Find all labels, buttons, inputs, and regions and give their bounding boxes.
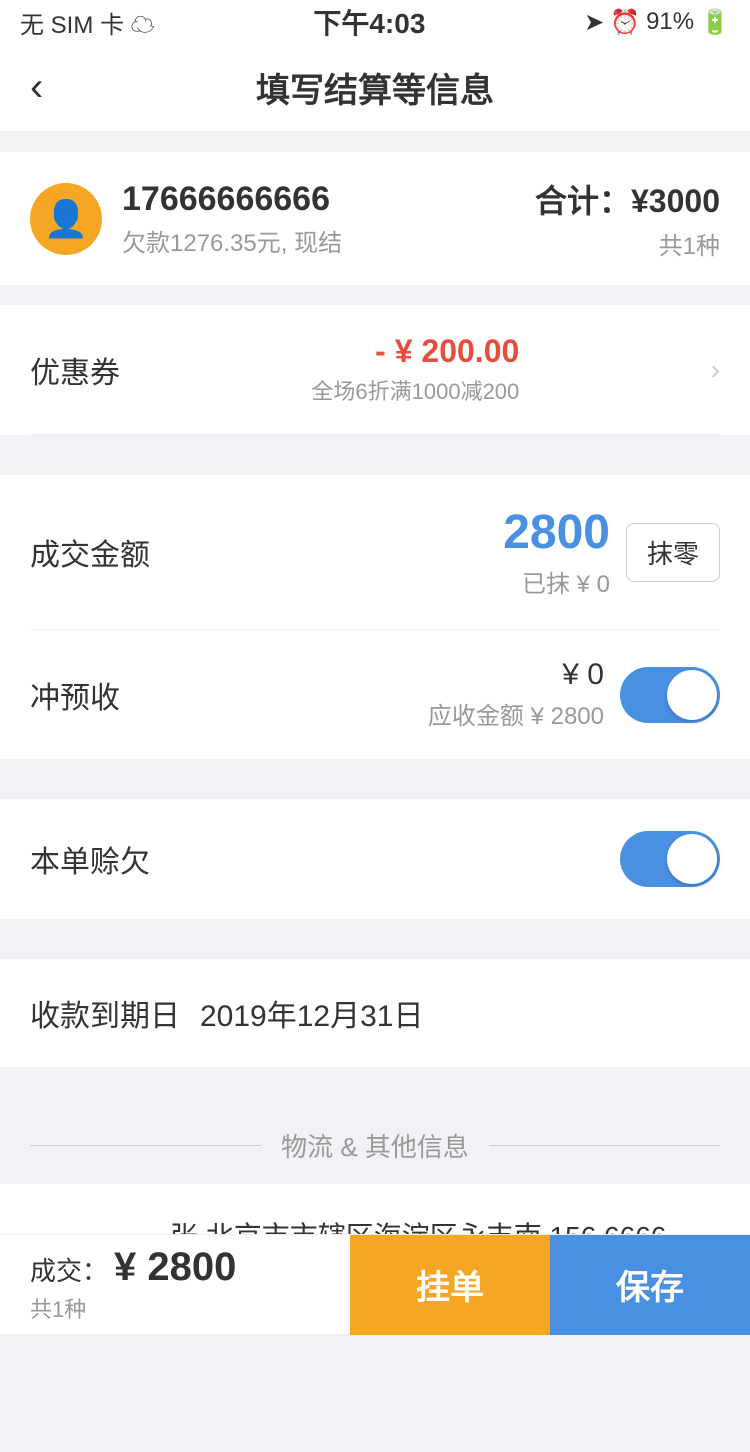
status-right: ➤ ⏰ 91% 🔋 bbox=[584, 8, 730, 37]
deal-amount-right: 2800 已抹 ¥ 0 抹零 bbox=[503, 505, 720, 599]
deal-amount-value-group: 2800 已抹 ¥ 0 bbox=[503, 505, 610, 599]
coupon-chevron-icon: › bbox=[711, 354, 720, 386]
round-button[interactable]: 抹零 bbox=[626, 523, 720, 582]
user-info-left: 👤 17666666666 欠款1276.35元, 现结 bbox=[30, 180, 342, 258]
credit-toggle-knob bbox=[667, 834, 717, 884]
due-label: 收款到期日 bbox=[30, 991, 180, 1035]
alarm-icon: ⏰ bbox=[610, 8, 640, 37]
total-count: 共1种 bbox=[535, 226, 720, 261]
user-sub-text: 欠款1276.35元, 现结 bbox=[122, 223, 342, 258]
amount-section: 成交金额 2800 已抹 ¥ 0 抹零 冲预收 ¥ 0 应收金额 ¥ 2800 bbox=[0, 475, 750, 759]
prepay-value-group: ¥ 0 应收金额 ¥ 2800 bbox=[428, 658, 604, 731]
divider-2 bbox=[0, 435, 750, 455]
prepay-sub: 应收金额 ¥ 2800 bbox=[428, 696, 604, 731]
page-header: ‹ 填写结算等信息 bbox=[0, 44, 750, 132]
logistics-label: 物流 & 其他信息 bbox=[281, 1127, 469, 1164]
save-button[interactable]: 保存 bbox=[550, 1235, 750, 1335]
divider-4 bbox=[0, 919, 750, 939]
coupon-label: 优惠券 bbox=[30, 348, 120, 392]
status-bar: 无 SIM 卡 ☁ 下午4:03 ➤ ⏰ 91% 🔋 bbox=[0, 0, 750, 44]
credit-row: 本单赊欠 bbox=[30, 799, 720, 919]
credit-section: 本单赊欠 bbox=[0, 799, 750, 919]
divider-3 bbox=[0, 759, 750, 779]
sim-status: 无 SIM 卡 ☁ bbox=[20, 5, 155, 40]
location-icon: ➤ bbox=[584, 8, 604, 37]
coupon-section: 优惠券 - ¥ 200.00 全场6折满1000减200 › bbox=[0, 305, 750, 435]
status-left: 无 SIM 卡 ☁ bbox=[20, 5, 155, 40]
deal-amount-value: 2800 bbox=[503, 505, 610, 560]
prepay-toggle[interactable] bbox=[620, 667, 720, 723]
page-title: 填写结算等信息 bbox=[256, 63, 494, 112]
battery-icon: 🔋 bbox=[700, 8, 730, 37]
user-phone: 17666666666 bbox=[122, 180, 342, 219]
divider-1 bbox=[0, 285, 750, 305]
deal-amount-row: 成交金额 2800 已抹 ¥ 0 抹零 bbox=[30, 475, 720, 630]
prepay-row: 冲预收 ¥ 0 应收金额 ¥ 2800 bbox=[30, 630, 720, 759]
coupon-row[interactable]: 优惠券 - ¥ 200.00 全场6折满1000减200 › bbox=[30, 305, 720, 435]
battery-level: 91% bbox=[646, 8, 694, 36]
deal-amount-label: 成交金额 bbox=[30, 530, 150, 574]
bottom-count: 共1种 bbox=[30, 1292, 320, 1324]
due-date-row: 收款到期日 2019年12月31日 bbox=[30, 959, 720, 1067]
status-time: 下午4:03 bbox=[313, 2, 425, 42]
coupon-value: - ¥ 200.00 bbox=[311, 333, 519, 370]
logistics-line-left bbox=[30, 1145, 261, 1146]
credit-label: 本单赊欠 bbox=[30, 837, 150, 881]
prepay-right: ¥ 0 应收金额 ¥ 2800 bbox=[428, 658, 720, 731]
user-card: 👤 17666666666 欠款1276.35元, 现结 合计：¥3000 共1… bbox=[0, 152, 750, 285]
avatar: 👤 bbox=[30, 183, 102, 255]
avatar-icon: 👤 bbox=[44, 198, 89, 240]
user-details: 17666666666 欠款1276.35元, 现结 bbox=[122, 180, 342, 258]
bottom-deal-amount: ¥ 2800 bbox=[114, 1245, 236, 1290]
bottom-deal-label: 成交： bbox=[30, 1251, 108, 1288]
coupon-right: - ¥ 200.00 全场6折满1000减200 bbox=[311, 333, 519, 406]
total-amount: 合计：¥3000 bbox=[535, 176, 720, 222]
hold-button[interactable]: 挂单 bbox=[350, 1235, 550, 1335]
bottom-bar: 成交： ¥ 2800 共1种 挂单 保存 bbox=[0, 1234, 750, 1334]
prepay-amount: ¥ 0 bbox=[428, 658, 604, 692]
credit-toggle[interactable] bbox=[620, 831, 720, 887]
back-button[interactable]: ‹ bbox=[30, 65, 43, 110]
logistics-header: 物流 & 其他信息 bbox=[0, 1107, 750, 1184]
user-total: 合计：¥3000 共1种 bbox=[535, 176, 720, 261]
logistics-line-right bbox=[489, 1145, 720, 1146]
prepay-label: 冲预收 bbox=[30, 673, 120, 717]
prepay-toggle-knob bbox=[667, 670, 717, 720]
due-section: 收款到期日 2019年12月31日 bbox=[0, 959, 750, 1067]
bottom-deal-row: 成交： ¥ 2800 bbox=[30, 1245, 320, 1290]
divider-5 bbox=[0, 1067, 750, 1087]
deal-amount-sub: 已抹 ¥ 0 bbox=[503, 564, 610, 599]
due-value: 2019年12月31日 bbox=[200, 991, 423, 1035]
coupon-desc: 全场6折满1000减200 bbox=[311, 374, 519, 406]
bottom-spacer bbox=[0, 1332, 750, 1452]
bottom-info: 成交： ¥ 2800 共1种 bbox=[0, 1245, 350, 1324]
